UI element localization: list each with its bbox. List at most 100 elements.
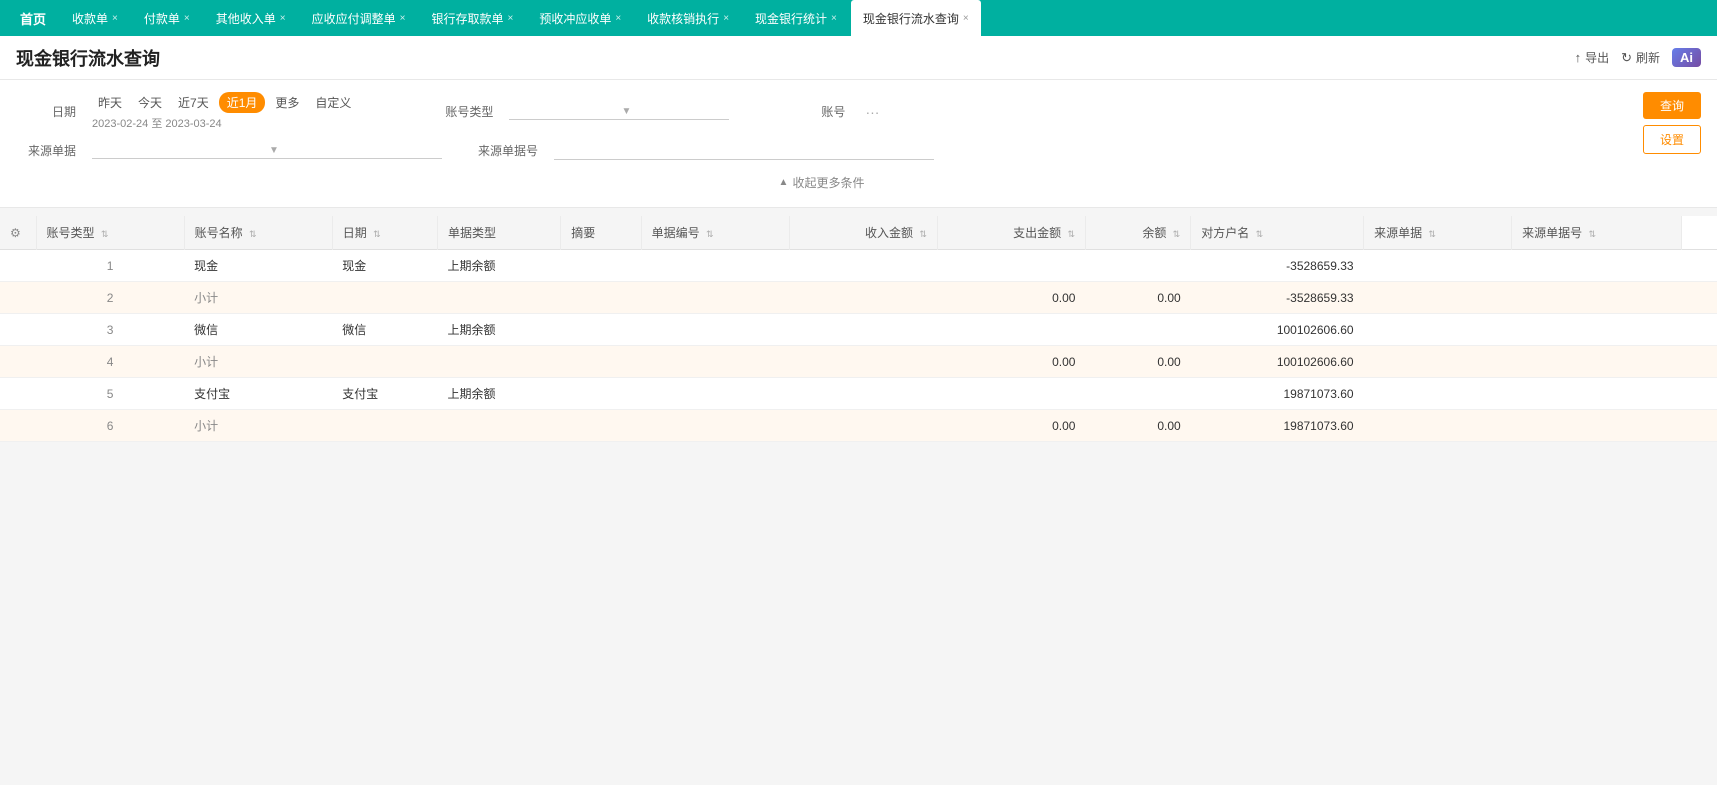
close-icon[interactable]: × [184, 13, 190, 24]
cell-account-name: 现金 [332, 250, 437, 282]
cell-doc-type [561, 250, 641, 282]
collapse-icon: ▲ [779, 177, 789, 188]
cell-expense [1085, 378, 1190, 410]
cell-account-type: 支付宝 [184, 378, 332, 410]
date-btn-more[interactable]: 更多 [269, 92, 305, 113]
cell-summary [641, 282, 789, 314]
col-expense[interactable]: 支出金额 ⇅ [937, 216, 1085, 250]
tab-label: 银行存取款单 [431, 10, 503, 27]
query-button[interactable]: 查询 [1643, 92, 1701, 119]
col-source-doc[interactable]: 来源单据 ⇅ [1364, 216, 1512, 250]
source-doc-select[interactable]: ▼ [92, 143, 442, 159]
more-options-icon[interactable]: ··· [865, 104, 879, 120]
cell-summary [641, 250, 789, 282]
nav-tab-yushou[interactable]: 预收冲应收单 × [527, 0, 633, 36]
cell-source-doc-no [1681, 314, 1717, 346]
cell-counterparty [1364, 282, 1512, 314]
cell-doc-type [561, 282, 641, 314]
date-block: 昨天 今天 近7天 近1月 更多 自定义 2023-02-24 至 2023-0… [92, 92, 357, 131]
col-balance[interactable]: 余额 ⇅ [1085, 216, 1190, 250]
close-icon[interactable]: × [280, 13, 286, 24]
col-account-type[interactable]: 账号类型 ⇅ [36, 216, 184, 250]
cell-source-doc [1512, 314, 1682, 346]
nav-tab-tiaozheng[interactable]: 应收应付调整单 × [300, 0, 418, 36]
filter-area: 日期 昨天 今天 近7天 近1月 更多 自定义 2023-02-24 至 202… [0, 80, 1717, 208]
nav-tab-yinhang[interactable]: 银行存取款单 × [419, 0, 525, 36]
cell-account-type: 小计 [184, 346, 332, 378]
col-source-doc-no[interactable]: 来源单据号 ⇅ [1512, 216, 1682, 250]
row-empty [0, 378, 36, 410]
cell-account-type: 现金 [184, 250, 332, 282]
col-income[interactable]: 收入金额 ⇅ [789, 216, 937, 250]
col-doc-no[interactable]: 单据编号 ⇅ [641, 216, 789, 250]
cell-date: 上期余额 [437, 314, 560, 346]
close-icon[interactable]: × [615, 13, 621, 24]
cell-date [437, 282, 560, 314]
nav-tab-hexiao[interactable]: 收款核销执行 × [635, 0, 741, 36]
account-type-label: 账号类型 [433, 103, 493, 120]
settings-button[interactable]: 设置 [1643, 125, 1701, 154]
col-doc-type[interactable]: 单据类型 [437, 216, 560, 250]
date-btn-1month[interactable]: 近1月 [219, 92, 266, 113]
ai-badge[interactable]: Ai [1672, 48, 1701, 67]
col-account-name[interactable]: 账号名称 ⇅ [184, 216, 332, 250]
tab-label: 现金银行流水查询 [863, 10, 959, 27]
tab-label: 收款核销执行 [647, 10, 719, 27]
row-number: 4 [36, 346, 184, 378]
table-container: ⚙ 账号类型 ⇅ 账号名称 ⇅ 日期 ⇅ 单据类型 摘要 [0, 216, 1717, 442]
close-icon[interactable]: × [507, 13, 513, 24]
sort-icon: ⇅ [1256, 229, 1264, 239]
tab-label: 应收应付调整单 [312, 10, 396, 27]
close-icon[interactable]: × [831, 13, 837, 24]
cell-balance: 100102606.60 [1191, 314, 1364, 346]
cell-source-doc [1512, 250, 1682, 282]
cell-doc-no [789, 410, 937, 442]
cell-summary [641, 410, 789, 442]
cell-summary [641, 314, 789, 346]
source-doc-no-input[interactable] [554, 141, 934, 160]
refresh-button[interactable]: ↻ 刷新 [1621, 49, 1660, 66]
date-btn-yesterday[interactable]: 昨天 [92, 92, 128, 113]
date-btn-custom[interactable]: 自定义 [309, 92, 357, 113]
cell-account-type: 小计 [184, 410, 332, 442]
export-button[interactable]: ↑ 导出 [1575, 49, 1610, 66]
close-icon[interactable]: × [963, 13, 969, 24]
cell-doc-type [561, 378, 641, 410]
col-date[interactable]: 日期 ⇅ [332, 216, 437, 250]
cell-counterparty [1364, 346, 1512, 378]
table-row: 3微信微信上期余额100102606.60 [0, 314, 1717, 346]
nav-tab-qitashouru[interactable]: 其他收入单 × [204, 0, 298, 36]
account-type-select[interactable]: ▼ [509, 104, 729, 120]
chevron-down-icon: ▼ [621, 106, 725, 117]
collapse-bar[interactable]: ▲ 收起更多条件 [16, 170, 1627, 195]
nav-tab-tongji[interactable]: 现金银行统计 × [743, 0, 849, 36]
top-nav: 首页 收款单 × 付款单 × 其他收入单 × 应收应付调整单 × 银行存取款单 … [0, 0, 1717, 36]
header-actions: ↑ 导出 ↻ 刷新 Ai [1575, 48, 1701, 67]
cell-account-name [332, 282, 437, 314]
nav-tab-liushui[interactable]: 现金银行流水查询 × [851, 0, 981, 36]
nav-home[interactable]: 首页 [8, 0, 58, 36]
close-icon[interactable]: × [112, 13, 118, 24]
cell-date [437, 410, 560, 442]
date-btn-today[interactable]: 今天 [132, 92, 168, 113]
nav-tab-fukuandan[interactable]: 付款单 × [132, 0, 202, 36]
close-icon[interactable]: × [723, 13, 729, 24]
sort-icon: ⇅ [373, 229, 381, 239]
sort-icon: ⇅ [101, 229, 109, 239]
cell-income [937, 250, 1085, 282]
chevron-down-icon: ▼ [269, 145, 438, 156]
cell-date [437, 346, 560, 378]
col-summary[interactable]: 摘要 [561, 216, 641, 250]
col-counterparty[interactable]: 对方户名 ⇅ [1191, 216, 1364, 250]
tab-label: 现金银行统计 [755, 10, 827, 27]
close-icon[interactable]: × [400, 13, 406, 24]
cell-income [937, 378, 1085, 410]
row-empty [0, 410, 36, 442]
cell-balance: -3528659.33 [1191, 250, 1364, 282]
cell-source-doc-no [1681, 346, 1717, 378]
nav-tab-shoukuandan[interactable]: 收款单 × [60, 0, 130, 36]
cell-source-doc-no [1681, 250, 1717, 282]
cell-date: 上期余额 [437, 378, 560, 410]
column-settings-icon[interactable]: ⚙ [10, 226, 21, 240]
date-btn-7days[interactable]: 近7天 [172, 92, 215, 113]
